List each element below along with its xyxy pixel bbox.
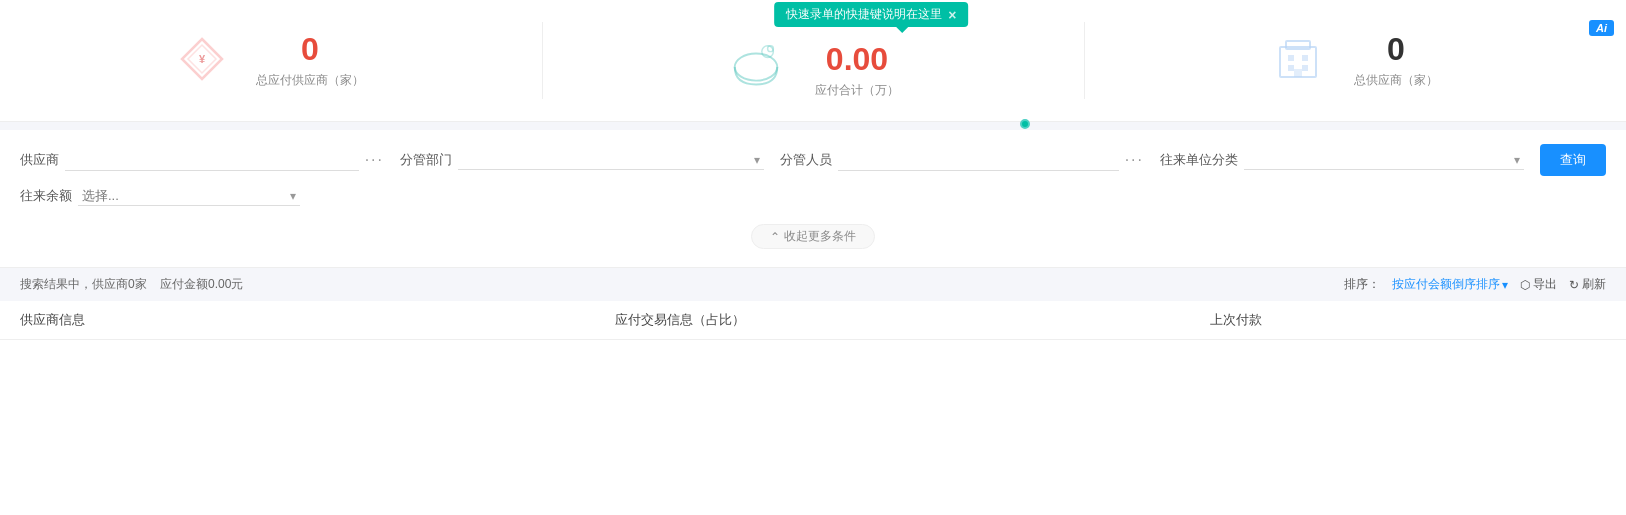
tooltip-close-icon[interactable]: ×	[948, 7, 956, 23]
search-count: 0家	[128, 277, 147, 291]
col-header-transaction: 应付交易信息（占比）	[615, 311, 1210, 329]
table-body	[0, 340, 1626, 515]
dept-input-wrapper[interactable]: ▾	[458, 150, 764, 170]
results-right: 排序： 按应付会额倒序排序 ▾ ⬡ 导出 ↻ 刷新	[1344, 276, 1606, 293]
payable-total-label: 应付合计（万）	[815, 82, 899, 99]
tooltip-dot	[1020, 119, 1030, 129]
ai-badge[interactable]: Ai	[1589, 20, 1614, 36]
dept-input[interactable]	[462, 152, 754, 167]
table-section: 供应商信息 应付交易信息（占比） 上次付款	[0, 301, 1626, 515]
unit-class-input-wrapper[interactable]: ▾	[1244, 150, 1524, 170]
balance-label: 往来余额	[20, 187, 72, 205]
filter-row-2: 往来余额 ▾	[20, 186, 1606, 206]
table-header: 供应商信息 应付交易信息（占比） 上次付款	[0, 301, 1626, 340]
search-button[interactable]: 查询	[1540, 144, 1606, 176]
diamond-icon: ¥	[178, 35, 226, 86]
payable-suppliers-number: 0	[301, 32, 319, 67]
export-button[interactable]: ⬡ 导出	[1520, 276, 1557, 293]
svg-rect-11	[1302, 65, 1308, 71]
supplier-label: 供应商	[20, 151, 59, 169]
building-icon	[1272, 33, 1324, 88]
payable-suppliers-label: 总应付供应商（家）	[256, 72, 364, 89]
filter-dept: 分管部门 ▾	[400, 150, 764, 170]
supplier-input[interactable]	[65, 149, 359, 171]
filter-unit-class: 往来单位分类 ▾	[1160, 150, 1524, 170]
sort-text: 按应付会额倒序排序	[1392, 276, 1500, 293]
tooltip-bubble: 快速录单的快捷键说明在这里 ×	[774, 2, 968, 27]
unit-class-input[interactable]	[1248, 152, 1514, 167]
unit-class-chevron-icon[interactable]: ▾	[1514, 153, 1520, 167]
balance-input[interactable]	[82, 188, 290, 203]
total-suppliers-number: 0	[1387, 32, 1405, 67]
svg-rect-10	[1288, 65, 1294, 71]
export-label: 导出	[1533, 276, 1557, 293]
svg-point-3	[735, 54, 778, 81]
amount-prefix: 应付金额	[160, 277, 208, 291]
refresh-button[interactable]: ↻ 刷新	[1569, 276, 1606, 293]
collapse-button[interactable]: ⌃ 收起更多条件	[751, 224, 875, 249]
sort-label: 排序：	[1344, 276, 1380, 293]
filter-row-1: 供应商 ··· 分管部门 ▾ 分管人员 ··· 往来单位分类 ▾	[20, 144, 1606, 176]
search-prefix: 搜索结果中，供应商	[20, 277, 128, 291]
dept-label: 分管部门	[400, 151, 452, 169]
svg-rect-8	[1288, 55, 1294, 61]
sort-value-btn[interactable]: 按应付会额倒序排序 ▾	[1392, 276, 1508, 293]
refresh-icon: ↻	[1569, 278, 1579, 292]
sort-chevron-icon: ▾	[1502, 278, 1508, 292]
svg-rect-12	[1294, 69, 1302, 77]
results-bar: 搜索结果中，供应商0家 应付金额0.00元 排序： 按应付会额倒序排序 ▾ ⬡ …	[0, 268, 1626, 301]
filter-person: 分管人员 ···	[780, 149, 1144, 171]
balance-chevron-icon[interactable]: ▾	[290, 189, 296, 203]
svg-rect-9	[1302, 55, 1308, 61]
stats-bar: ¥ 0 总应付供应商（家） 快速录单的快捷键说明在这里 ×	[0, 0, 1626, 122]
filter-supplier: 供应商 ···	[20, 149, 384, 171]
svg-text:¥: ¥	[199, 53, 206, 65]
balance-input-wrapper[interactable]: ▾	[78, 186, 300, 206]
tooltip-text: 快速录单的快捷键说明在这里	[786, 6, 942, 23]
supplier-dots-icon[interactable]: ···	[365, 151, 384, 169]
refresh-label: 刷新	[1582, 276, 1606, 293]
stat-total-suppliers: 0 总供应商（家） Ai	[1084, 12, 1626, 109]
unit-class-label: 往来单位分类	[1160, 151, 1238, 169]
stat-payable-suppliers: ¥ 0 总应付供应商（家）	[0, 12, 542, 109]
col-header-payment: 上次付款	[1210, 311, 1607, 329]
stat-payable-total: 快速录单的快捷键说明在这里 × 0.00 应付合计（万）	[542, 12, 1084, 109]
export-icon: ⬡	[1520, 278, 1530, 292]
col-header-supplier: 供应商信息	[20, 311, 615, 329]
results-left: 搜索结果中，供应商0家 应付金额0.00元	[20, 276, 243, 293]
filter-section: 供应商 ··· 分管部门 ▾ 分管人员 ··· 往来单位分类 ▾	[0, 130, 1626, 268]
total-suppliers-label: 总供应商（家）	[1354, 72, 1438, 89]
collapse-chevron-icon: ⌃	[770, 230, 780, 244]
search-results-text: 搜索结果中，供应商0家 应付金额0.00元	[20, 276, 243, 293]
person-input[interactable]	[838, 149, 1119, 171]
amount-value: 0.00元	[208, 277, 243, 291]
person-dots-icon[interactable]: ···	[1125, 151, 1144, 169]
payable-total-number: 0.00	[826, 42, 888, 77]
bowl-icon	[727, 40, 785, 101]
dept-chevron-icon[interactable]: ▾	[754, 153, 760, 167]
collapse-label: 收起更多条件	[784, 228, 856, 245]
person-label: 分管人员	[780, 151, 832, 169]
filter-balance: 往来余额 ▾	[20, 186, 300, 206]
